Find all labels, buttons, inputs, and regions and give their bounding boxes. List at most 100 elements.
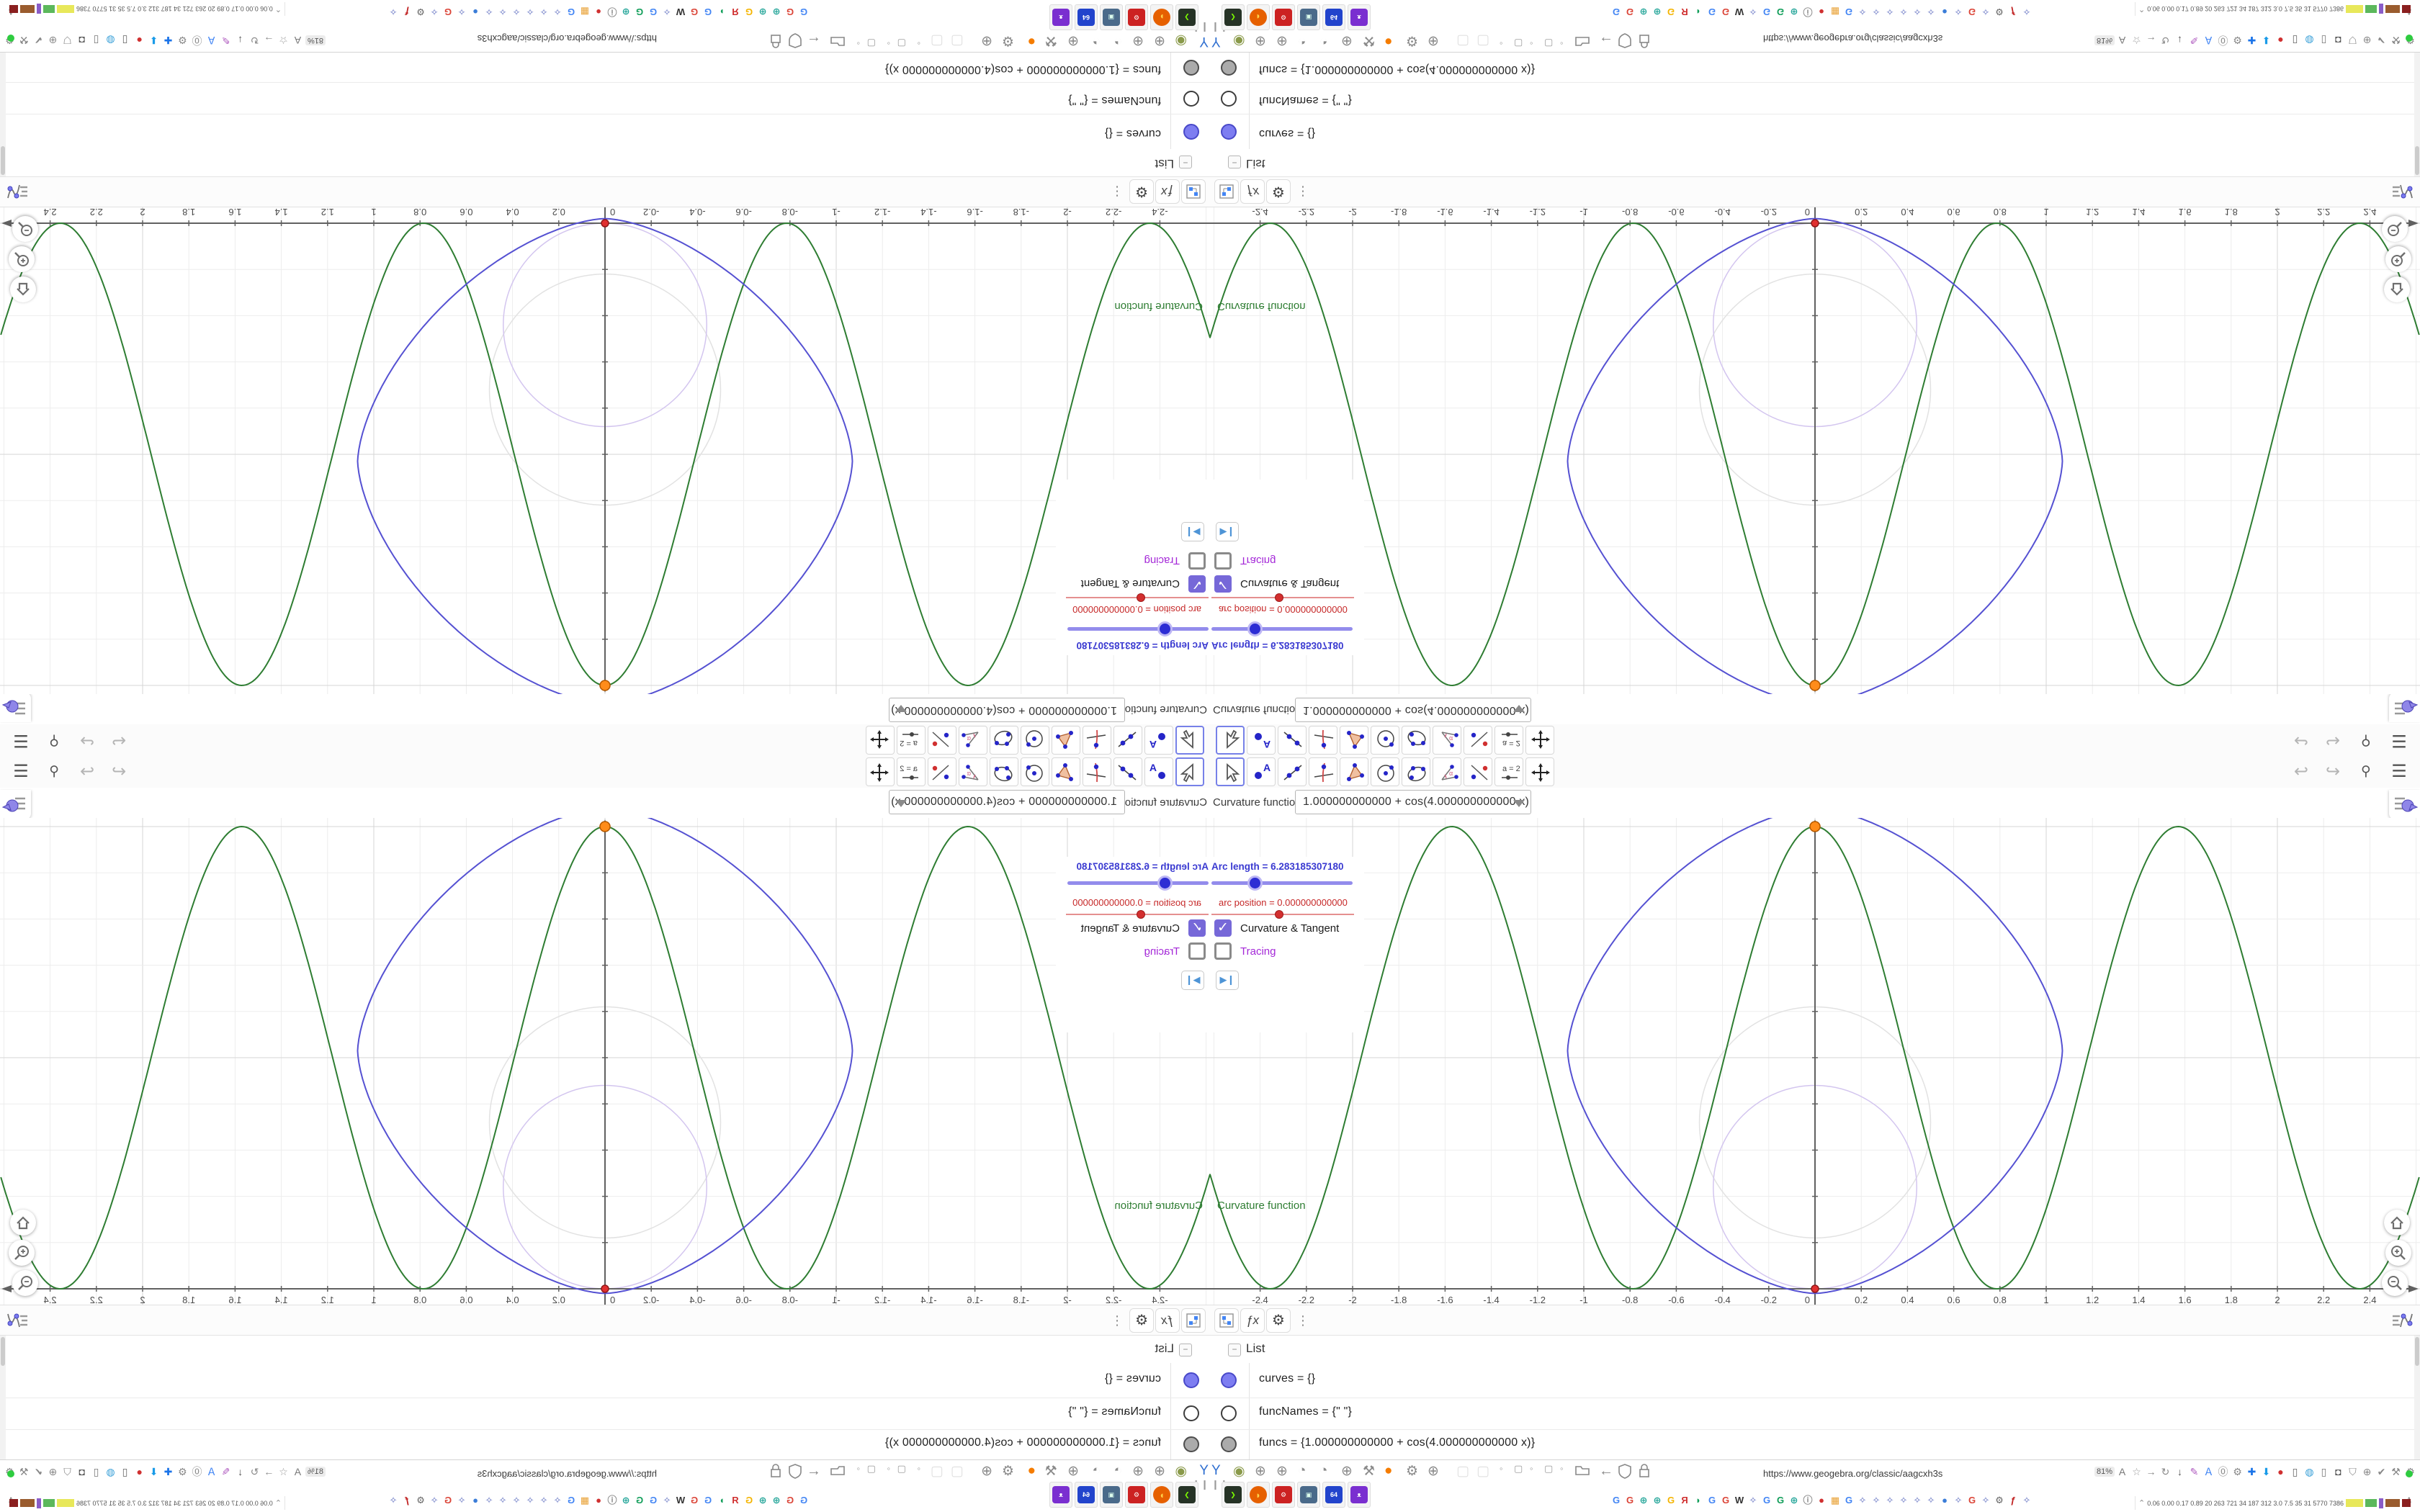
indicator-square[interactable]: ▢ (1514, 1463, 1523, 1475)
counter-zero[interactable]: ⓪ (191, 1464, 203, 1479)
add-icon[interactable]: ✚ (162, 33, 174, 48)
fx-icon[interactable]: ƒx (1155, 1308, 1180, 1333)
line-tool[interactable] (1278, 757, 1307, 786)
pen-icon[interactable]: ✎ (2188, 1464, 2200, 1479)
visibility-toggle[interactable] (1183, 1436, 1199, 1452)
bookmark-favicon[interactable]: G (1666, 5, 1676, 18)
curvature-tangent-checkbox[interactable]: ✓ (1188, 919, 1206, 937)
counter-zero[interactable]: ⓪ (191, 33, 203, 48)
launcher-cat-purple[interactable]: ᴥ (1348, 4, 1371, 30)
bookmark-favicon[interactable]: ⓘ (1803, 5, 1813, 18)
ellipse-tool[interactable] (990, 757, 1018, 786)
gear-icon[interactable]: ⚙ (176, 1464, 189, 1479)
collapse-chip[interactable]: − (1179, 156, 1192, 168)
add-icon[interactable]: ✚ (2246, 33, 2258, 48)
bookmark-favicon[interactable]: ✧ (1912, 1494, 1922, 1507)
wrench-icon[interactable]: ⚒ (2390, 1464, 2402, 1479)
bookmark-favicon[interactable]: ✧ (457, 1494, 467, 1507)
visibility-toggle[interactable] (1183, 1372, 1199, 1388)
graphics-stylebar-button[interactable] (0, 693, 31, 722)
list-row-funcs[interactable]: funcs = {1.000000000000 + cos(4.00000000… (0, 1429, 1210, 1460)
gear-icon[interactable]: ⚙ (1406, 32, 1418, 49)
bookmark-favicon[interactable]: ✧ (1926, 1494, 1936, 1507)
bookmark-favicon[interactable]: ◗ (717, 1494, 727, 1507)
bookmark-favicon[interactable]: Я (1680, 5, 1690, 18)
forward-icon[interactable]: → (263, 1464, 275, 1479)
download-circle-icon[interactable]: ⬇ (148, 33, 160, 48)
hamburger-menu-icon[interactable]: ☰ (2388, 729, 2410, 751)
gauge-icon[interactable]: ◔ (1114, 1463, 1122, 1479)
arc-length-slider[interactable] (1067, 627, 1209, 631)
bookmark-favicon[interactable]: ✧ (511, 1494, 521, 1507)
graphics-view[interactable]: -2.4 -2.2 -2 -1.8 -1.6 -1.4 -1.2 -1 -0.8 -0.6 -0.4… (1210, 207, 2420, 694)
bookmark-favicon[interactable]: ⊕ (758, 1494, 768, 1507)
bookmark-favicon[interactable]: ✧ (552, 1494, 563, 1507)
move-view-tool[interactable] (866, 757, 895, 786)
launcher-terminal-green[interactable]: ❯ (1222, 4, 1245, 30)
translate-icon[interactable]: Ａ (205, 33, 218, 48)
tracing-checkbox[interactable] (1188, 552, 1206, 570)
slider-tool[interactable]: a = 2 (1494, 726, 1523, 755)
gear-icon[interactable]: ⚙ (1266, 1308, 1291, 1333)
back-arrow-icon[interactable]: ← (807, 1463, 821, 1480)
curvature-function-input[interactable]: 1.000000000000 + cos(4.000000000000 x) (889, 790, 1125, 814)
bookmark-favicon[interactable]: G (1625, 5, 1635, 18)
collapse-chip[interactable]: − (1228, 156, 1241, 168)
bookmark-favicon[interactable]: G (1707, 5, 1717, 18)
bookmark-favicon[interactable]: G (703, 1494, 713, 1507)
launcher-floppy-64[interactable]: 64 (1322, 1482, 1345, 1508)
shield-icon[interactable] (788, 29, 802, 49)
bookmark-favicon[interactable]: ◗ (1693, 5, 1703, 18)
record-icon[interactable]: ● (133, 1464, 145, 1479)
chevron-down-icon[interactable] (895, 705, 907, 712)
wrench-icon[interactable]: ⚒ (2390, 33, 2402, 48)
bookmark-favicon[interactable]: G (744, 5, 754, 18)
bookmark-favicon[interactable]: ✧ (552, 5, 563, 18)
launcher-monitor-blue[interactable]: ▣ (1297, 1482, 1320, 1508)
polygon-tool[interactable] (1340, 757, 1368, 786)
zoom-out-button[interactable] (12, 1270, 38, 1296)
ghost-icon[interactable]: ▢ (1476, 32, 1489, 49)
circle-tool[interactable] (1021, 757, 1049, 786)
perpendicular-line-tool[interactable] (1309, 757, 1337, 786)
reload-icon[interactable]: ↻ (248, 33, 261, 48)
bookmark-favicon[interactable]: ● (470, 1494, 480, 1507)
list-row-funcnames[interactable]: funcNames = {" "} (0, 1398, 1210, 1430)
bookmark-favicon[interactable]: ✧ (388, 1494, 398, 1507)
download-icon[interactable]: ↓ (2174, 1464, 2186, 1479)
bookmark-favicon[interactable]: ✧ (1885, 5, 1895, 18)
bookmark-favicon[interactable]: ƒ (2008, 1494, 2018, 1507)
gauge-icon[interactable]: ◔ (1298, 1463, 1306, 1479)
bookmark-favicon[interactable]: ✧ (539, 5, 549, 18)
point-tool[interactable]: A (1144, 757, 1173, 786)
curvature-tangent-checkbox[interactable]: ✓ (1214, 919, 1232, 937)
launcher-monitor-blue[interactable]: ▣ (1297, 4, 1320, 30)
thumb-icon[interactable]: ✔ (32, 1464, 45, 1479)
indicator-dot[interactable]: ◦ (917, 1463, 920, 1474)
funnel-icon[interactable]: Y (1199, 1463, 1209, 1479)
pen-icon[interactable]: ✎ (220, 33, 232, 48)
move-view-tool[interactable] (866, 726, 895, 755)
circle-tool[interactable] (1371, 757, 1399, 786)
wrench-icon[interactable]: ⚒ (1363, 1463, 1375, 1480)
bookmark-favicon[interactable]: ✧ (525, 5, 535, 18)
fx-icon[interactable]: ƒx (1240, 1308, 1265, 1333)
visibility-toggle[interactable] (1183, 1405, 1199, 1421)
home-view-button[interactable] (10, 276, 36, 302)
bookmark-favicon[interactable]: ⓘ (1803, 1494, 1813, 1507)
visibility-toggle[interactable] (1221, 91, 1237, 107)
globe-icon[interactable]: ⊕ (2361, 1464, 2373, 1479)
search-icon[interactable]: ⚲ (43, 761, 65, 783)
url-text[interactable]: https://www.geogebra.org/classic/aagcxh3… (478, 1468, 657, 1479)
arc-length-slider[interactable] (1211, 881, 1353, 885)
folder-icon[interactable] (830, 1463, 846, 1480)
indicator-dot[interactable]: ◦ (1500, 1463, 1503, 1474)
indicator-square[interactable]: ▢ (897, 1463, 906, 1475)
collapse-chip[interactable]: − (1179, 1344, 1192, 1356)
visibility-toggle[interactable] (1221, 1436, 1237, 1452)
forward-icon[interactable]: → (2145, 33, 2157, 48)
polygon-tool[interactable] (1052, 726, 1080, 755)
step-forward-button[interactable]: ▶❙ (1181, 971, 1204, 990)
camera-icon[interactable]: ◉ (1233, 1463, 1245, 1480)
bookmark-favicon[interactable]: ⊕ (621, 5, 631, 18)
